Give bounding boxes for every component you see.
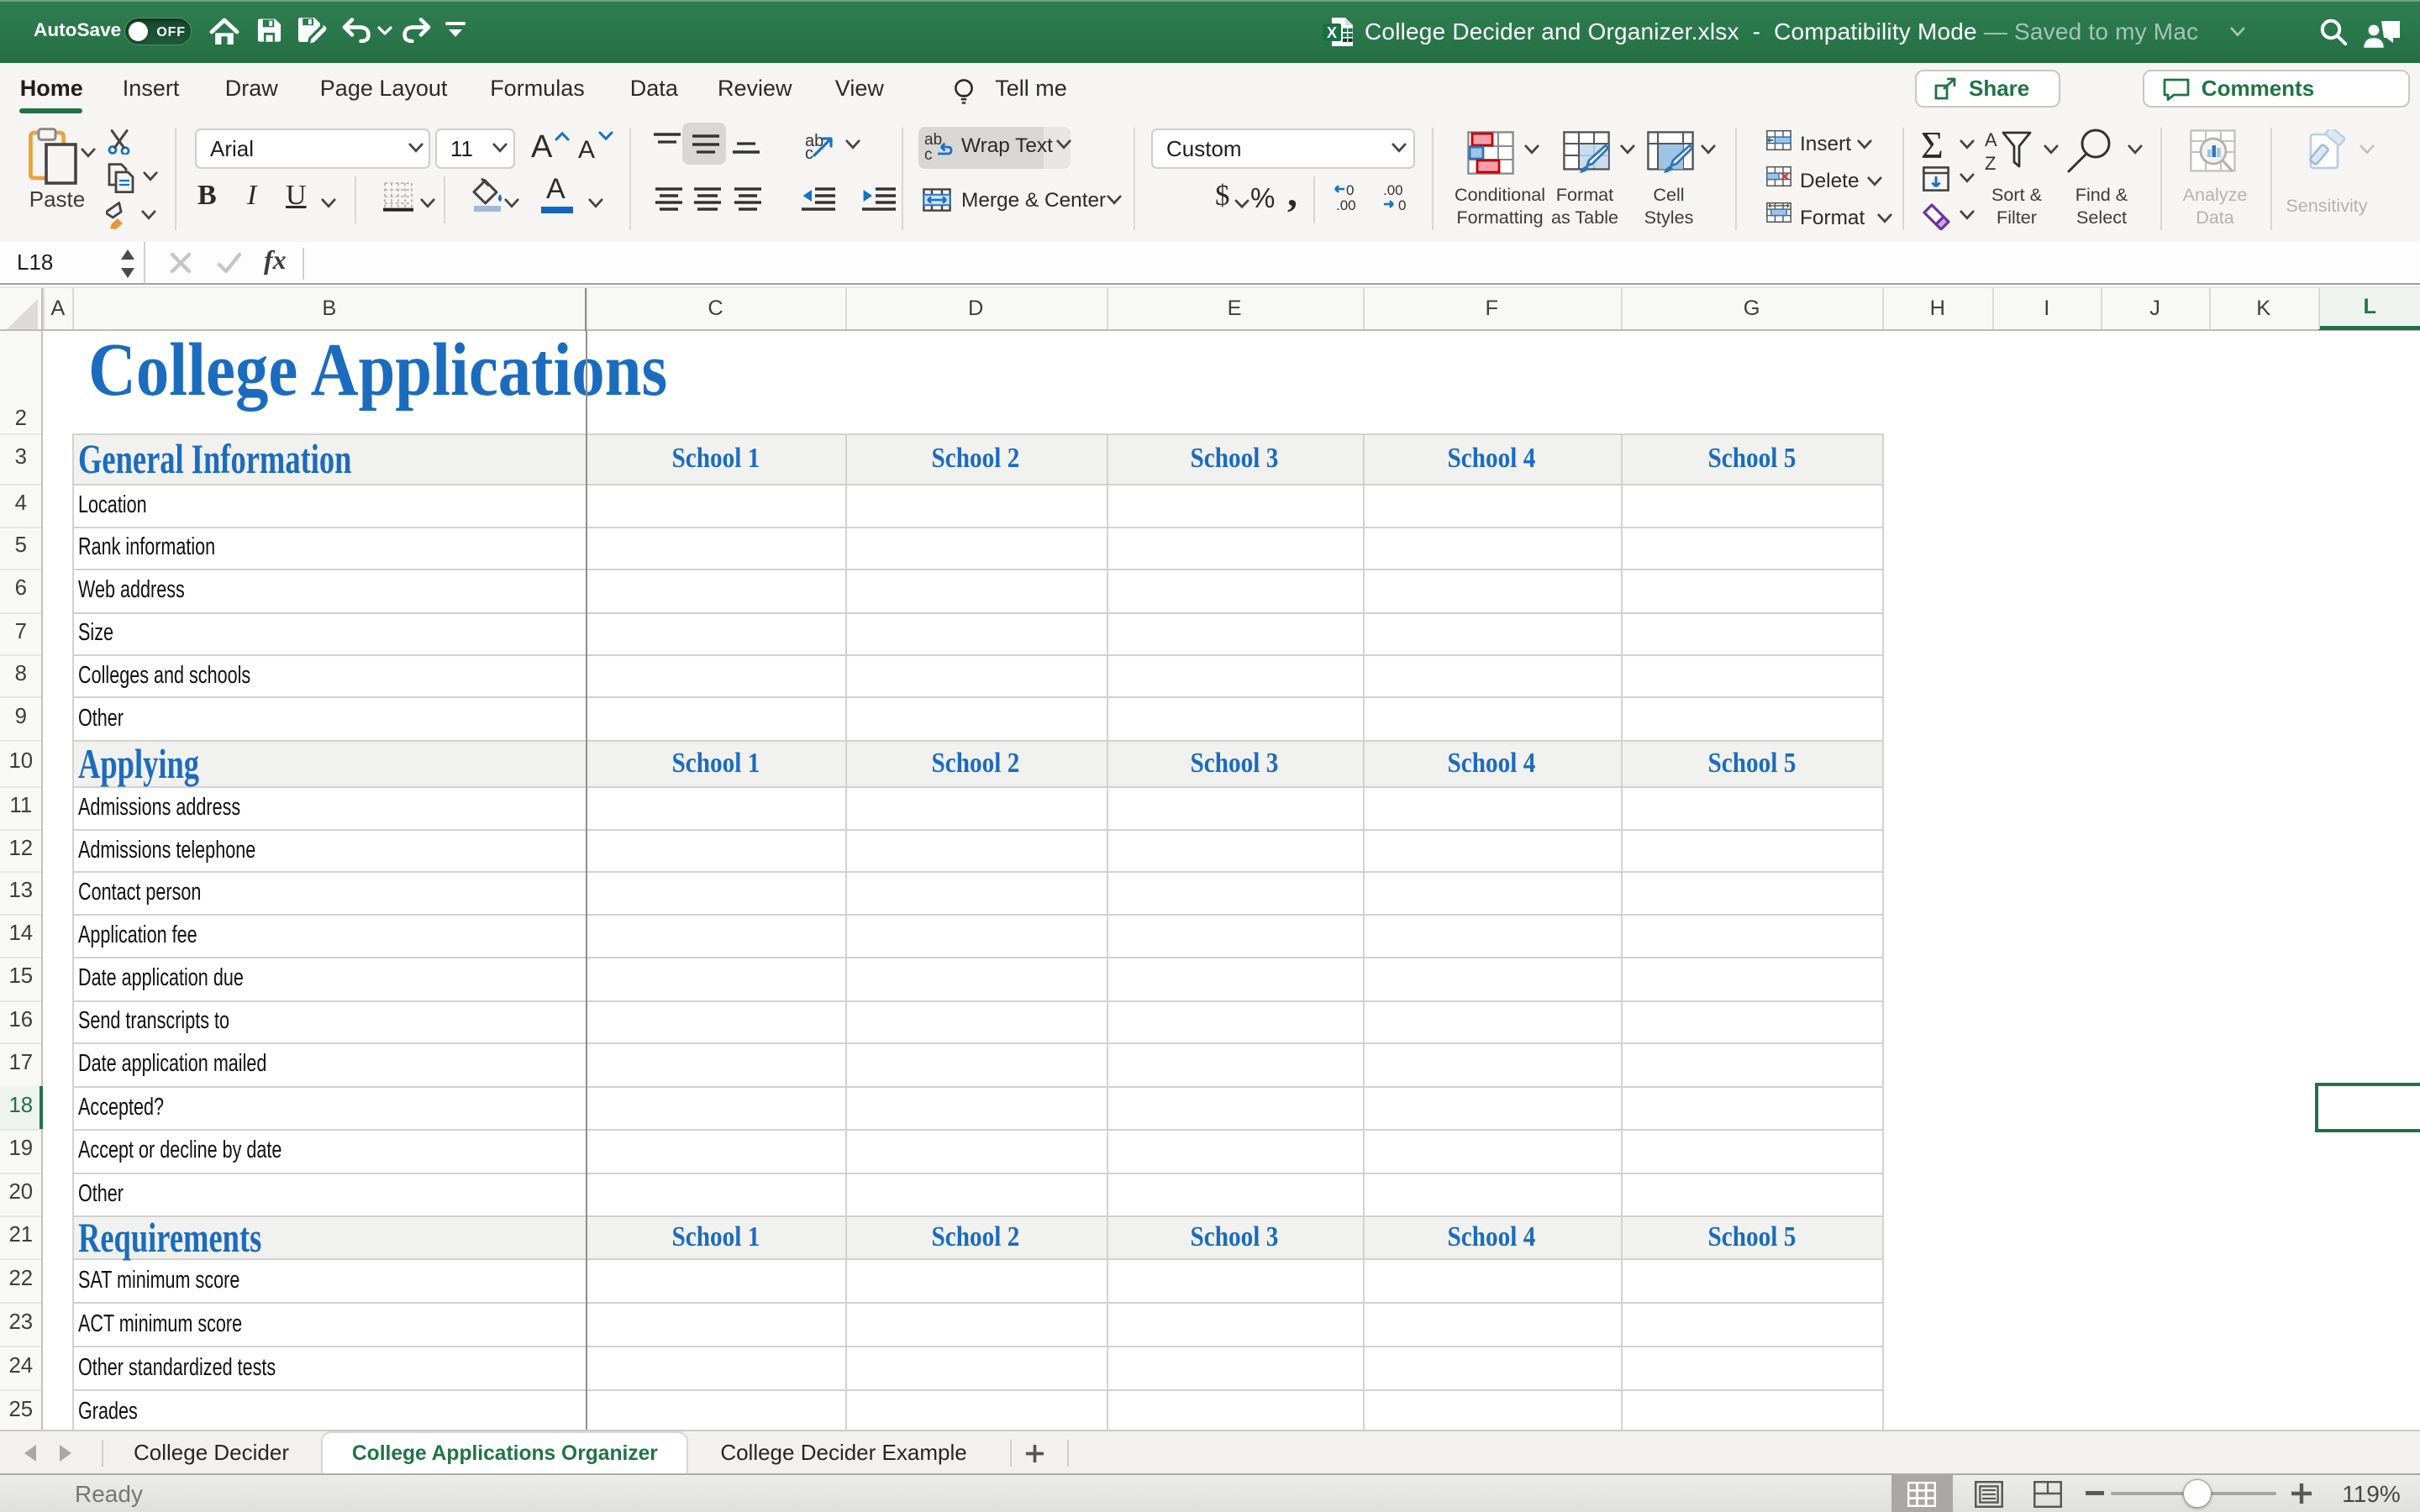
svg-text:X: X <box>1327 24 1337 41</box>
svg-text:.00: .00 <box>1336 197 1356 212</box>
svg-text:c: c <box>805 144 813 160</box>
svg-text:.00: .00 <box>1383 182 1403 198</box>
svg-text:0: 0 <box>1398 197 1406 212</box>
svg-text:c: c <box>924 146 933 163</box>
svg-text:Z: Z <box>1985 153 1996 173</box>
svg-text:A: A <box>1985 129 1997 150</box>
svg-text:0: 0 <box>1346 182 1354 198</box>
